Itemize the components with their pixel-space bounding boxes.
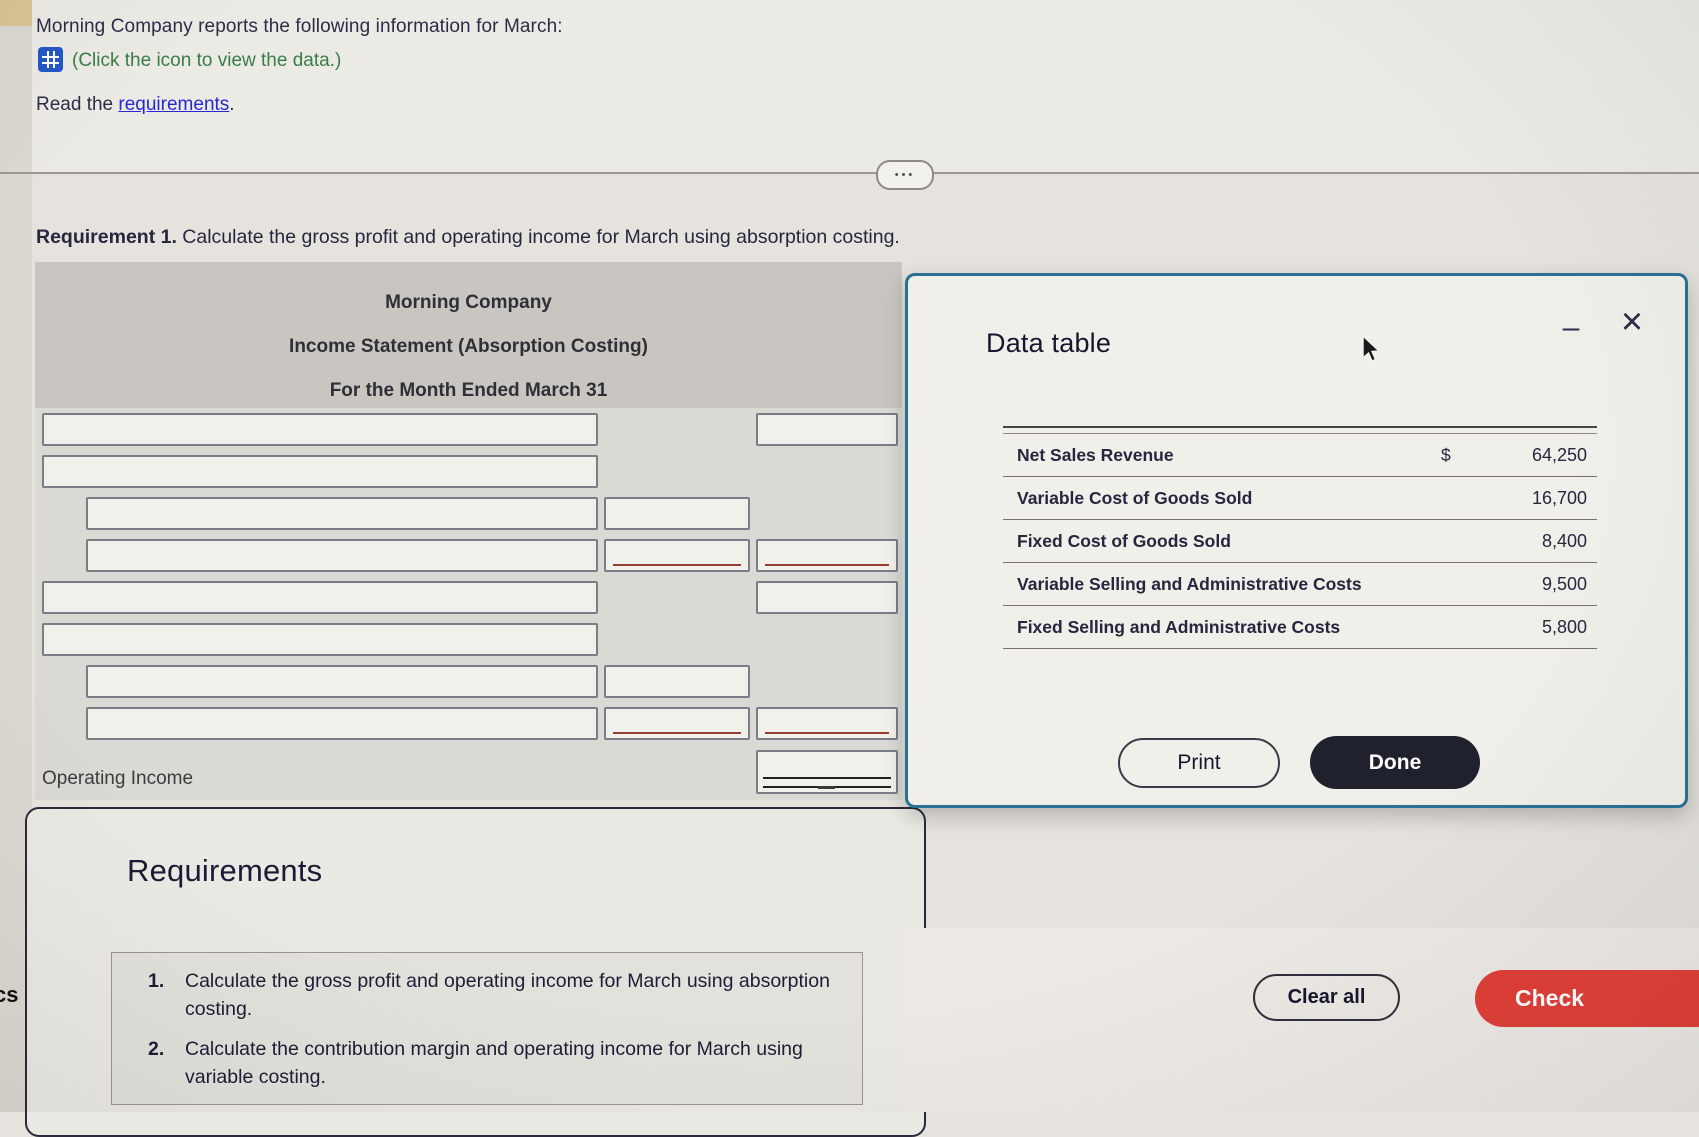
requirements-minimize-dash[interactable]: [818, 786, 835, 789]
done-button[interactable]: Done: [1310, 736, 1480, 789]
statement-total-input[interactable]: [756, 707, 898, 740]
row-value: 16,700: [1531, 487, 1587, 508]
row-value: 8,400: [1541, 530, 1587, 551]
requirement-item-number: 1.: [148, 970, 165, 992]
row-label: Variable Cost of Goods Sold: [1017, 487, 1253, 508]
requirement-item: 1. Calculate the gross profit and operat…: [148, 967, 862, 1024]
statement-amount-input[interactable]: [604, 665, 750, 698]
requirement-item: 2. Calculate the contribution margin and…: [148, 1035, 862, 1092]
statement-amount-input[interactable]: [604, 539, 750, 572]
statement-title-period: For the Month Ended March 31: [329, 380, 608, 401]
close-icon[interactable]: ×: [1612, 301, 1652, 343]
statement-header: Morning Company Income Statement (Absorp…: [35, 262, 902, 408]
statement-account-input[interactable]: [86, 665, 598, 698]
statement-account-input[interactable]: [42, 455, 598, 488]
statement-total-input[interactable]: [756, 539, 898, 572]
row-currency: $: [1441, 444, 1451, 465]
statement-amount-input[interactable]: [604, 707, 750, 740]
row-value: 64,250: [1531, 444, 1587, 465]
statement-account-input[interactable]: [86, 497, 598, 530]
table-row: Fixed Selling and Administrative Costs 5…: [1003, 606, 1597, 649]
dialog-title: Data table: [986, 328, 1112, 358]
statement-title-type: Income Statement (Absorption Costing): [289, 336, 648, 357]
statement-account-input[interactable]: [86, 539, 598, 572]
top-left-corner-block: [0, 0, 32, 26]
requirement-item-number: 2.: [148, 1037, 165, 1060]
statement-account-input[interactable]: [42, 623, 598, 656]
statement-total-input[interactable]: [756, 413, 898, 446]
intro-text: Morning Company reports the following in…: [36, 16, 563, 37]
requirements-link[interactable]: requirements: [118, 94, 229, 115]
data-table-dialog: Data table – × Net Sales Revenue $ 64,25…: [905, 273, 1688, 808]
page-background: { "page": { "intro_line": "Morning Compa…: [0, 0, 1699, 1137]
table-row: Fixed Cost of Goods Sold 8,400: [1003, 520, 1597, 563]
print-button[interactable]: Print: [1118, 738, 1280, 788]
statement-account-input[interactable]: [42, 581, 598, 614]
clear-all-button[interactable]: Clear all: [1253, 974, 1400, 1021]
table-top-rule: [1003, 426, 1597, 434]
statement-title-company: Morning Company: [385, 292, 552, 313]
divider-expand-button[interactable]: •••: [876, 160, 934, 190]
requirement-item-text: Calculate the gross profit and operating…: [185, 970, 830, 1021]
read-prefix: Read the: [36, 94, 119, 115]
operating-income-label: Operating Income: [42, 768, 194, 789]
statement-total-input[interactable]: [756, 581, 898, 614]
left-edge-text-fragment: cs: [0, 982, 19, 1007]
requirements-panel: Requirements 1. Calculate the gross prof…: [25, 807, 926, 1137]
data-table: Net Sales Revenue $ 64,250 Variable Cost…: [1003, 426, 1597, 649]
read-suffix: .: [229, 94, 235, 115]
mouse-cursor: [1362, 334, 1381, 362]
icon-caption: (Click the icon to view the data.): [72, 50, 342, 71]
row-label: Net Sales Revenue: [1017, 444, 1174, 465]
requirement-item-text: Calculate the contribution margin and op…: [185, 1037, 803, 1088]
section-divider: [0, 172, 1699, 174]
requirement-1-text: Calculate the gross profit and operating…: [176, 226, 900, 248]
row-value: 9,500: [1541, 573, 1587, 594]
table-row: Variable Selling and Administrative Cost…: [1003, 563, 1597, 606]
minimize-icon[interactable]: –: [1556, 311, 1586, 344]
table-row: Net Sales Revenue $ 64,250: [1003, 434, 1597, 477]
requirements-title: Requirements: [127, 853, 323, 888]
requirement-1-label: Requirement 1.: [36, 226, 177, 248]
row-label: Variable Selling and Administrative Cost…: [1017, 573, 1362, 594]
table-row: Variable Cost of Goods Sold 16,700: [1003, 477, 1597, 520]
requirements-list: 1. Calculate the gross profit and operat…: [111, 952, 863, 1105]
row-label: Fixed Cost of Goods Sold: [1017, 530, 1231, 551]
statement-account-input[interactable]: [86, 707, 598, 740]
row-value: 5,800: [1541, 616, 1587, 637]
read-requirements-text: Read the requirements.: [36, 94, 235, 116]
data-table-icon[interactable]: [38, 47, 63, 72]
requirement-1-heading: Requirement 1. Calculate the gross profi…: [36, 226, 900, 249]
statement-account-input[interactable]: [42, 413, 598, 446]
income-statement-form: Morning Company Income Statement (Absorp…: [35, 262, 902, 800]
row-label: Fixed Selling and Administrative Costs: [1017, 616, 1341, 637]
statement-amount-input[interactable]: [604, 497, 750, 530]
check-button[interactable]: Check: [1475, 970, 1699, 1027]
